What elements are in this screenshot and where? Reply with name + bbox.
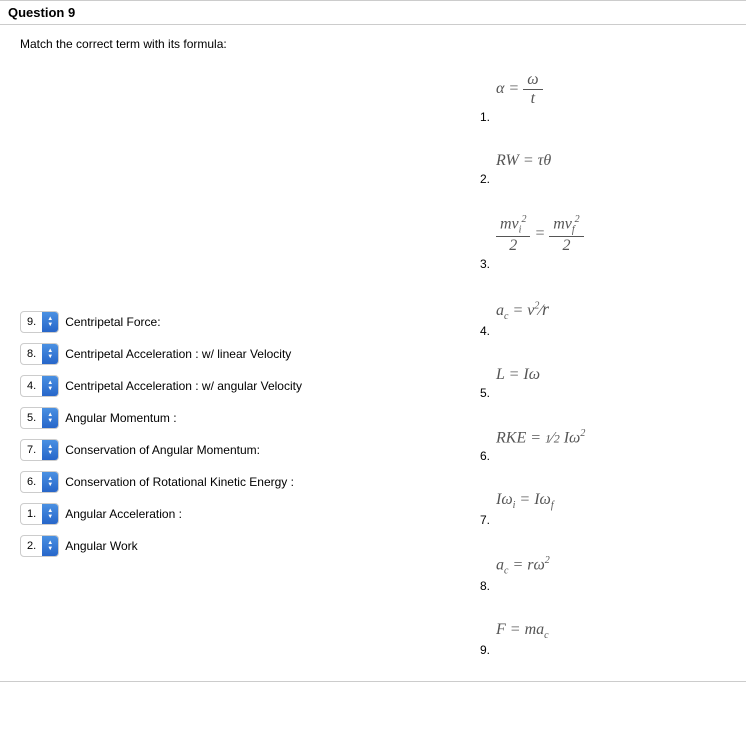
formula-number: 1. <box>480 110 490 124</box>
term-label: Centripetal Acceleration : w/ linear Vel… <box>65 347 291 361</box>
term-label: Conservation of Rotational Kinetic Energ… <box>65 475 294 489</box>
answer-select[interactable]: 1. ▲▼ <box>20 503 59 525</box>
match-row: 6. ▲▼ Conservation of Rotational Kinetic… <box>20 471 440 493</box>
question-content: Match the correct term with its formula:… <box>0 25 746 673</box>
term-label: Angular Work <box>65 539 137 553</box>
match-row: 1. ▲▼ Angular Acceleration : <box>20 503 440 525</box>
term-label: Centripetal Force: <box>65 315 160 329</box>
match-row: 2. ▲▼ Angular Work <box>20 535 440 557</box>
select-value: 7. <box>21 444 42 456</box>
term-label: Centripetal Acceleration : w/ angular Ve… <box>65 379 302 393</box>
chevron-updown-icon: ▲▼ <box>42 376 58 396</box>
select-value: 2. <box>21 540 42 552</box>
question-title: Question 9 <box>8 5 75 20</box>
chevron-updown-icon: ▲▼ <box>42 472 58 492</box>
chevron-updown-icon: ▲▼ <box>42 536 58 556</box>
terms-column: 9. ▲▼ Centripetal Force: 8. ▲▼ Centripet… <box>20 71 440 661</box>
formula-item: Iωi = Iωf 7. <box>480 491 700 527</box>
select-value: 8. <box>21 348 42 360</box>
match-row: 7. ▲▼ Conservation of Angular Momentum: <box>20 439 440 461</box>
formula-number: 3. <box>480 257 490 271</box>
answer-select[interactable]: 4. ▲▼ <box>20 375 59 397</box>
formula-item: F = mac 9. <box>480 621 700 657</box>
term-label: Angular Acceleration : <box>65 507 182 521</box>
formula-item: RW = τθ 2. <box>480 152 700 186</box>
formula-item: α = ωt 1. <box>480 71 700 124</box>
formula-item: ac = v2⁄r 4. <box>480 299 700 338</box>
footer-divider <box>0 681 746 682</box>
formula-number: 7. <box>480 513 490 527</box>
match-row: 4. ▲▼ Centripetal Acceleration : w/ angu… <box>20 375 440 397</box>
chevron-updown-icon: ▲▼ <box>42 504 58 524</box>
answer-select[interactable]: 6. ▲▼ <box>20 471 59 493</box>
chevron-updown-icon: ▲▼ <box>42 408 58 428</box>
formula-number: 6. <box>480 449 490 463</box>
formula-item: mvi22 = mvf22 3. <box>480 214 700 271</box>
select-value: 5. <box>21 412 42 424</box>
formula-display: ac = rω2 <box>496 555 700 577</box>
formula-number: 9. <box>480 643 490 657</box>
select-value: 9. <box>21 316 42 328</box>
formulas-column: α = ωt 1. RW = τθ 2. mvi22 = mvf22 3. <box>440 71 700 661</box>
formula-item: L = Iω 5. <box>480 366 700 400</box>
question-header: Question 9 <box>0 0 746 25</box>
formula-item: RKE = 1⁄2 Iω2 6. <box>480 428 700 463</box>
select-value: 6. <box>21 476 42 488</box>
formula-number: 2. <box>480 172 490 186</box>
select-value: 1. <box>21 508 42 520</box>
answer-select[interactable]: 2. ▲▼ <box>20 535 59 557</box>
match-row: 5. ▲▼ Angular Momentum : <box>20 407 440 429</box>
match-row: 8. ▲▼ Centripetal Acceleration : w/ line… <box>20 343 440 365</box>
formula-display: RKE = 1⁄2 Iω2 <box>496 428 700 447</box>
chevron-updown-icon: ▲▼ <box>42 312 58 332</box>
formula-display: α = ωt <box>496 71 700 108</box>
formula-display: F = mac <box>496 621 700 641</box>
match-row: 9. ▲▼ Centripetal Force: <box>20 311 440 333</box>
formula-item: ac = rω2 8. <box>480 555 700 593</box>
question-prompt: Match the correct term with its formula: <box>20 37 726 51</box>
chevron-updown-icon: ▲▼ <box>42 344 58 364</box>
formula-display: Iωi = Iωf <box>496 491 700 511</box>
formula-number: 5. <box>480 386 490 400</box>
formula-number: 8. <box>480 579 490 593</box>
answer-select[interactable]: 8. ▲▼ <box>20 343 59 365</box>
answer-select[interactable]: 9. ▲▼ <box>20 311 59 333</box>
formula-display: ac = v2⁄r <box>496 299 700 322</box>
chevron-updown-icon: ▲▼ <box>42 440 58 460</box>
formula-display: RW = τθ <box>496 152 700 170</box>
select-value: 4. <box>21 380 42 392</box>
term-label: Angular Momentum : <box>65 411 176 425</box>
formula-number: 4. <box>480 324 490 338</box>
main-area: 9. ▲▼ Centripetal Force: 8. ▲▼ Centripet… <box>20 71 726 661</box>
formula-display: mvi22 = mvf22 <box>496 214 700 255</box>
term-label: Conservation of Angular Momentum: <box>65 443 260 457</box>
formula-display: L = Iω <box>496 366 700 384</box>
answer-select[interactable]: 5. ▲▼ <box>20 407 59 429</box>
answer-select[interactable]: 7. ▲▼ <box>20 439 59 461</box>
